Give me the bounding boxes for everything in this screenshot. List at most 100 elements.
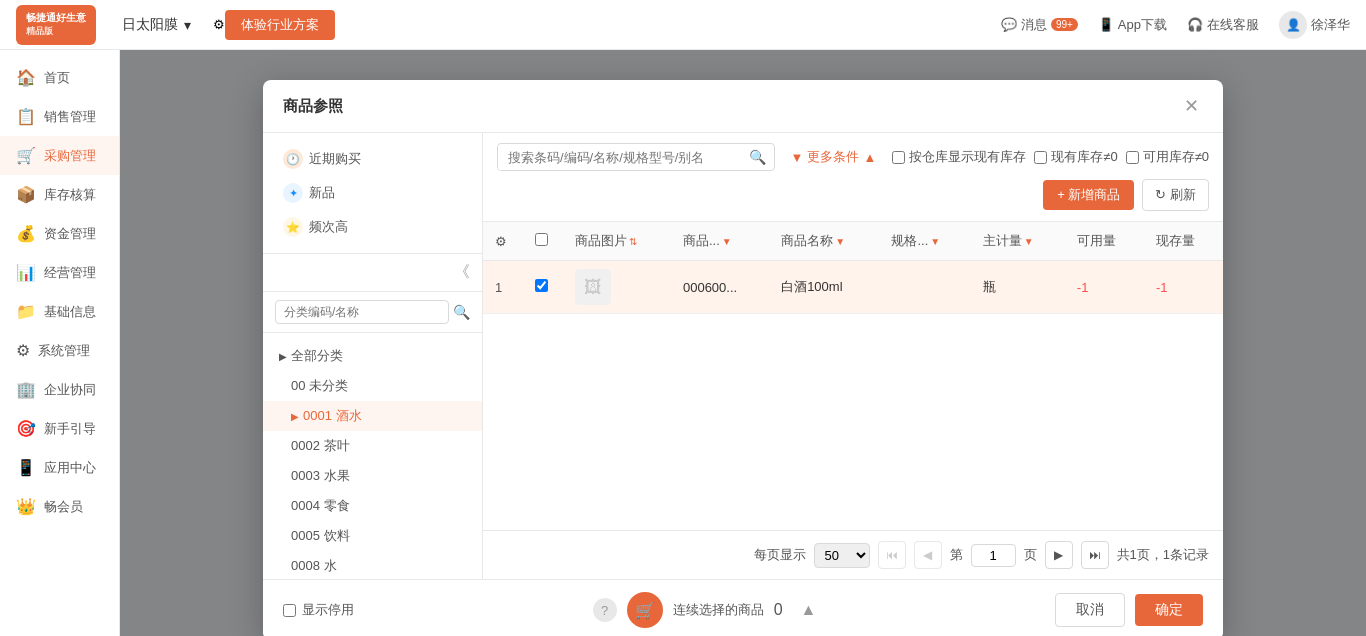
category-search-icon[interactable]: 🔍 [453, 304, 470, 320]
th-image[interactable]: 商品图片⇅ [563, 222, 671, 261]
frequent-icon: ⭐ [283, 217, 303, 237]
row-code: 000600... [671, 261, 769, 314]
experience-btn[interactable]: 体验行业方案 [225, 10, 335, 40]
navbar-right: 💬 消息 99+ 📱 App下载 🎧 在线客服 👤 徐泽华 [1001, 11, 1350, 39]
first-page-btn[interactable]: ⏮ [878, 541, 906, 569]
th-code[interactable]: 商品...▼ [671, 222, 769, 261]
sidebar-item-system[interactable]: ⚙ 系统管理 [0, 331, 119, 370]
page-suffix: 页 [1024, 546, 1037, 564]
th-available: 可用量 [1065, 222, 1144, 261]
content-area: 商品参照 ✕ 🕐 近期购买 [120, 50, 1366, 636]
enterprise-icon: 🏢 [16, 380, 36, 399]
new-icon: ✦ [283, 183, 303, 203]
confirm-btn[interactable]: 确定 [1135, 594, 1203, 626]
operation-icon: 📊 [16, 263, 36, 282]
th-name[interactable]: 商品名称▼ [769, 222, 879, 261]
cancel-btn[interactable]: 取消 [1055, 593, 1125, 627]
panel-collapse-btn[interactable]: 《 [263, 254, 482, 292]
online-service-btn[interactable]: 🎧 在线客服 [1187, 16, 1259, 34]
prev-page-btn[interactable]: ◀ [914, 541, 942, 569]
sales-icon: 📋 [16, 107, 36, 126]
sidebar-item-home[interactable]: 🏠 首页 [0, 58, 119, 97]
more-filter-btn[interactable]: ▼ 更多条件 ▲ [783, 144, 885, 170]
product-search-btn[interactable]: 🔍 [741, 144, 774, 170]
sidebar-item-member[interactable]: 👑 畅会员 [0, 487, 119, 526]
product-image: 🖼 [575, 269, 611, 305]
guide-icon: 🎯 [16, 419, 36, 438]
category-item-0003[interactable]: 0003 水果 [263, 461, 482, 491]
th-settings[interactable]: ⚙ [483, 222, 523, 261]
checkbox-available-nonzero[interactable]: 可用库存≠0 [1126, 148, 1209, 166]
quick-links-section: 🕐 近期购买 ✦ 新品 ⭐ 频次高 [263, 133, 482, 254]
page-input[interactable] [971, 544, 1016, 567]
modal-footer: 显示停用 ? 🛒 连续选择的商品 0 ▲ 取消 确定 [263, 579, 1223, 636]
category-item-0004[interactable]: 0004 零食 [263, 491, 482, 521]
home-icon: 🏠 [16, 68, 36, 87]
sidebar-item-apps[interactable]: 📱 应用中心 [0, 448, 119, 487]
main-layout: 🏠 首页 📋 销售管理 🛒 采购管理 📦 库存核算 💰 资金管理 📊 经营管理 … [0, 50, 1366, 636]
cart-btn[interactable]: 🛒 [627, 592, 663, 628]
modal-title: 商品参照 [283, 97, 343, 116]
app-download-btn[interactable]: 📱 App下载 [1098, 16, 1167, 34]
footer-collapse-btn[interactable]: ▲ [801, 601, 817, 619]
messages-btn[interactable]: 💬 消息 99+ [1001, 16, 1078, 34]
row-checkbox[interactable] [523, 261, 563, 314]
quick-link-recent[interactable]: 🕐 近期购买 [275, 143, 470, 175]
page-label: 第 [950, 546, 963, 564]
sidebar-item-sales[interactable]: 📋 销售管理 [0, 97, 119, 136]
sidebar-item-inventory[interactable]: 📦 库存核算 [0, 175, 119, 214]
navbar: 畅捷通好生意 精品版 日太阳膜 ▾ ⚙ 体验行业方案 💬 消息 99+ 📱 Ap… [0, 0, 1366, 50]
product-search-input[interactable] [498, 145, 741, 170]
quick-link-frequent[interactable]: ⭐ 频次高 [275, 211, 470, 243]
gear-icon[interactable]: ⚙ [213, 17, 225, 32]
row-image: 🖼 [563, 261, 671, 314]
show-disabled-label[interactable]: 显示停用 [283, 601, 354, 619]
sidebar-item-finance[interactable]: 💰 资金管理 [0, 214, 119, 253]
checkbox-nonzero-stock[interactable]: 现有库存≠0 [1034, 148, 1117, 166]
product-table-area: ⚙ 商品图片⇅ 商品...▼ 商品名称▼ 规格...▼ 主计量▼ 可用量 现存 [483, 222, 1223, 530]
store-selector[interactable]: 日太阳膜 ▾ [112, 12, 201, 38]
user-avatar[interactable]: 👤 徐泽华 [1279, 11, 1350, 39]
quick-links: 🕐 近期购买 ✦ 新品 ⭐ 频次高 [275, 143, 470, 243]
table-row[interactable]: 1 🖼 000600... 白酒100ml 瓶 [483, 261, 1223, 314]
add-product-btn[interactable]: + 新增商品 [1043, 180, 1134, 210]
th-spec[interactable]: 规格...▼ [879, 222, 970, 261]
category-item-0002[interactable]: 0002 茶叶 [263, 431, 482, 461]
last-page-btn[interactable]: ⏭ [1081, 541, 1109, 569]
per-page-select[interactable]: 50 10 20 100 [814, 543, 870, 568]
quick-link-new[interactable]: ✦ 新品 [275, 177, 470, 209]
category-search-input[interactable] [275, 300, 449, 324]
category-item-0008[interactable]: 0008 水 [263, 551, 482, 579]
modal-header: 商品参照 ✕ [263, 80, 1223, 133]
category-item-00[interactable]: 00 未分类 [263, 371, 482, 401]
footer-left: 显示停用 [283, 601, 354, 619]
category-item-all[interactable]: ▶ 全部分类 [263, 341, 482, 371]
row-available: -1 [1065, 261, 1144, 314]
checkbox-warehouse-stock[interactable]: 按仓库显示现有库存 [892, 148, 1026, 166]
category-item-0001[interactable]: ▶ 0001 酒水 [263, 401, 482, 431]
toolbar-right: + 新增商品 ↻ 刷新 [1043, 179, 1209, 211]
sidebar-item-guide[interactable]: 🎯 新手引导 [0, 409, 119, 448]
show-disabled-checkbox[interactable] [283, 604, 296, 617]
help-btn[interactable]: ? [593, 598, 617, 622]
modal-close-btn[interactable]: ✕ [1179, 94, 1203, 118]
apps-icon: 📱 [16, 458, 36, 477]
sidebar-item-operation[interactable]: 📊 经营管理 [0, 253, 119, 292]
footer-right: 取消 确定 [1055, 593, 1203, 627]
row-name: 白酒100ml [769, 261, 879, 314]
purchase-icon: 🛒 [16, 146, 36, 165]
sidebar-item-purchase[interactable]: 🛒 采购管理 [0, 136, 119, 175]
sidebar-item-basic[interactable]: 📁 基础信息 [0, 292, 119, 331]
pagination-area: 每页显示 50 10 20 100 ⏮ ◀ 第 页 [483, 530, 1223, 579]
th-stock: 现存量 [1144, 222, 1223, 261]
refresh-btn[interactable]: ↻ 刷新 [1142, 179, 1209, 211]
sidebar-item-enterprise[interactable]: 🏢 企业协同 [0, 370, 119, 409]
category-item-0005[interactable]: 0005 饮料 [263, 521, 482, 551]
sidebar: 🏠 首页 📋 销售管理 🛒 采购管理 📦 库存核算 💰 资金管理 📊 经营管理 … [0, 50, 120, 636]
th-unit[interactable]: 主计量▼ [971, 222, 1065, 261]
recent-icon: 🕐 [283, 149, 303, 169]
th-checkbox [523, 222, 563, 261]
select-all-checkbox[interactable] [535, 233, 548, 246]
next-page-btn[interactable]: ▶ [1045, 541, 1073, 569]
select-count: 0 [774, 601, 783, 619]
